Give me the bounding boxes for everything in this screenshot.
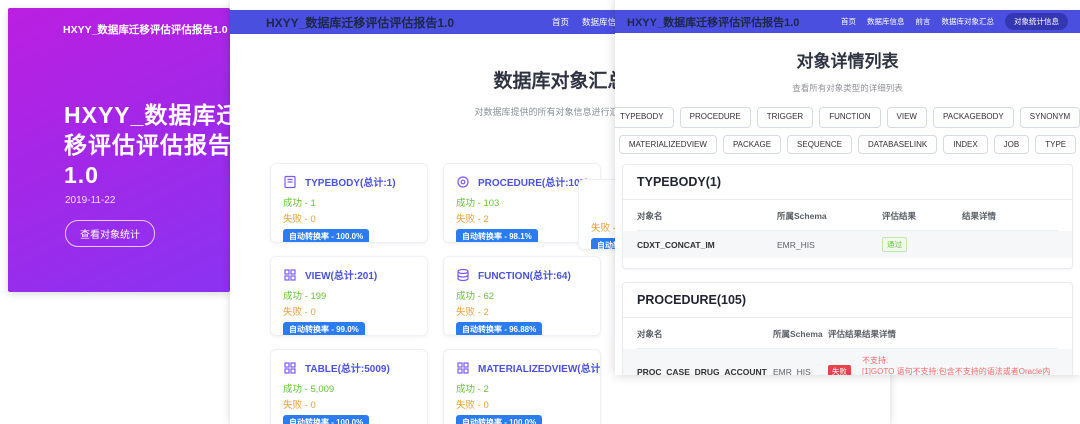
object-name: PROC_CASE_DRUG_ACCOUNT <box>637 366 767 376</box>
section-title: TYPEBODY(1) <box>623 165 1072 200</box>
conversion-rate-badge: 自动转换率 - 98.1% <box>456 229 538 242</box>
summary-card-title: TYPEBODY(总计:1) <box>305 178 396 189</box>
nav-item-object-stats-active[interactable]: 对象统计信息 <box>1005 13 1068 30</box>
fail-count: 失败 - 0 <box>456 400 489 411</box>
col-result: 评估结果 <box>828 329 863 339</box>
success-count: 成功 - 5,009 <box>283 384 335 395</box>
success-count: 成功 - 1 <box>283 198 316 209</box>
table-row: CDXT_CONCAT_IM EMR_HIS 通过 <box>623 231 1072 258</box>
status-badge-pass: 通过 <box>882 237 907 252</box>
object-type-filters: 全部 TYPEBODY PROCEDURE TRIGGER FUNCTION V… <box>615 107 1080 154</box>
summary-card-title: MATERIALIZEDVIEW(总计:2) <box>478 364 601 375</box>
fail-count: 失败 - 0 <box>283 307 316 318</box>
filter-chip[interactable]: PACKAGE <box>722 135 782 154</box>
filter-chip[interactable]: INDEX <box>943 135 988 154</box>
summary-card-title: PROCEDURE(总计:105) <box>478 178 589 189</box>
success-count: 成功 - 62 <box>456 291 495 302</box>
filter-chip[interactable]: TRIGGER <box>756 107 814 128</box>
nav-item-home[interactable]: 首页 <box>841 16 856 27</box>
success-count: 成功 - 2 <box>456 384 489 395</box>
summary-card-title: VIEW(总计:201) <box>305 271 378 282</box>
filter-chip[interactable]: MATERIALIZEDVIEW <box>618 135 717 154</box>
detail-header-bar: HXYY_数据库迁移评估评估报告1.0 首页 数据库信息 前言 数据库对象汇总 … <box>615 10 1080 33</box>
nav-item-preface[interactable]: 前言 <box>916 16 931 27</box>
fail-count: 失败 - 0 <box>283 214 316 225</box>
summary-card-table: TABLE(总计:5009) 成功 - 5,009 失败 - 0 自动转换率 -… <box>270 349 428 424</box>
schema-name: EMR_HIS <box>777 239 815 250</box>
nav-item-object-summary[interactable]: 数据库对象汇总 <box>942 16 995 27</box>
database-icon <box>456 268 470 282</box>
screenshot-collage: HXYY_数据库迁移评估评估报告1.0 HXYY_数据库迁 移评估评估报告 1.… <box>0 0 1080 424</box>
success-count: 成功 - 103 <box>456 198 500 209</box>
report-big-title: HXYY_数据库迁 移评估评估报告 1.0 <box>64 102 230 188</box>
conversion-rate-badge: 自动转换率 - 100.0% <box>283 415 370 424</box>
filter-chip[interactable]: FUNCTION <box>819 107 881 128</box>
app-title: HXYY_数据库迁移评估评估报告1.0 <box>266 15 455 30</box>
summary-card-function: FUNCTION(总计:64) 成功 - 62 失败 - 2 自动转换率 - 9… <box>443 256 601 336</box>
app-title: HXYY_数据库迁移评估评估报告1.0 <box>627 16 800 29</box>
cover-panel: HXYY_数据库迁移评估评估报告1.0 HXYY_数据库迁 移评估评估报告 1.… <box>8 8 230 292</box>
typebody-table: 对象名 所属Schema 评估结果 结果详情 CDXT_CONCAT_IM EM… <box>623 200 1072 268</box>
grid-icon <box>456 361 470 375</box>
summary-card-view: VIEW(总计:201) 成功 - 199 失败 - 0 自动转换率 - 99.… <box>270 256 428 336</box>
summary-card-typebody: TYPEBODY(总计:1) 成功 - 1 失败 - 0 自动转换率 - 100… <box>270 163 428 243</box>
conversion-rate-badge: 自动转换率 - 100.0% <box>456 415 543 424</box>
filter-chip[interactable]: TYPEBODY <box>615 107 674 128</box>
cover-header-title: HXYY_数据库迁移评估评估报告1.0 <box>63 24 228 36</box>
filter-chip[interactable]: JOB <box>993 135 1030 154</box>
fail-count: 失败 - 2 <box>456 307 489 318</box>
conversion-rate-badge: 自动转换率 - 99.0% <box>283 322 365 335</box>
result-detail: 不支持: [1]GOTO 语句不支持:包含不支持的语法或者Oracle内置对象 <box>862 356 1051 375</box>
table-header: 对象名 所属Schema 评估结果 结果详情 <box>637 320 1058 349</box>
nav-item-home[interactable]: 首页 <box>552 16 569 28</box>
object-name: CDXT_CONCAT_IM <box>637 239 715 250</box>
page-title: 对象详情列表 <box>796 52 899 71</box>
fail-count: 失败 - 2 <box>456 214 489 225</box>
filter-chip[interactable]: PACKAGEBODY <box>932 107 1014 128</box>
col-object-name: 对象名 <box>637 211 663 221</box>
success-count: 成功 - 199 <box>283 291 327 302</box>
filter-chip[interactable]: TYPE <box>1035 135 1077 154</box>
procedure-table: 对象名 所属Schema 评估结果 结果详情 PROC_CASE_DRUG_AC… <box>623 318 1072 375</box>
grid-icon <box>283 268 297 282</box>
object-detail-panel: HXYY_数据库迁移评估评估报告1.0 首页 数据库信息 前言 数据库对象汇总 … <box>615 0 1080 375</box>
summary-card-title: TABLE(总计:5009) <box>305 364 390 375</box>
filter-chip[interactable]: SEQUENCE <box>787 135 852 154</box>
col-result: 评估结果 <box>882 211 917 221</box>
report-date: 2019-11-22 <box>65 195 116 206</box>
section-typebody: TYPEBODY(1) 对象名 所属Schema 评估结果 结果详情 CDXT_… <box>622 164 1073 269</box>
filter-chip[interactable]: VIEW <box>886 107 927 128</box>
filter-chip[interactable]: DATABASELINK <box>857 135 938 154</box>
view-object-stats-button[interactable]: 查看对象统计 <box>65 220 155 247</box>
detail-nav: 首页 数据库信息 前言 数据库对象汇总 对象统计信息 <box>841 13 1080 30</box>
fail-count: 失败 - 0 <box>283 400 316 411</box>
schema-name: EMR_HIS <box>773 366 811 376</box>
col-schema: 所属Schema <box>777 211 827 221</box>
document-icon <box>283 175 297 189</box>
conversion-rate-badge: 自动转换率 - 96.88% <box>456 322 543 335</box>
col-object-name: 对象名 <box>637 329 663 339</box>
summary-card-materializedview: MATERIALIZEDVIEW(总计:2) 成功 - 2 失败 - 0 自动转… <box>443 349 601 424</box>
col-detail: 结果详情 <box>862 329 897 339</box>
table-header: 对象名 所属Schema 评估结果 结果详情 <box>637 202 1058 231</box>
nav-item-db-info[interactable]: 数据库信息 <box>867 16 905 27</box>
section-title: PROCEDURE(105) <box>623 283 1072 318</box>
page-subtitle: 查看所有对象类型的详细列表 <box>792 83 903 93</box>
section-procedure: PROCEDURE(105) 对象名 所属Schema 评估结果 结果详情 PR… <box>622 282 1073 375</box>
table-row: PROC_CASE_DRUG_ACCOUNT EMR_HIS 失败 不支持: [… <box>623 349 1072 375</box>
status-badge-fail: 失败 <box>828 365 851 375</box>
grid-icon <box>283 361 297 375</box>
col-schema: 所属Schema <box>773 329 823 339</box>
conversion-rate-badge: 自动转换率 - 100.0% <box>283 229 370 242</box>
col-detail: 结果详情 <box>962 211 997 221</box>
filter-chip[interactable]: PROCEDURE <box>679 107 751 128</box>
summary-card-title: FUNCTION(总计:64) <box>478 271 571 282</box>
gear-icon <box>456 175 470 189</box>
filter-chip[interactable]: SYNONYM <box>1019 107 1080 128</box>
